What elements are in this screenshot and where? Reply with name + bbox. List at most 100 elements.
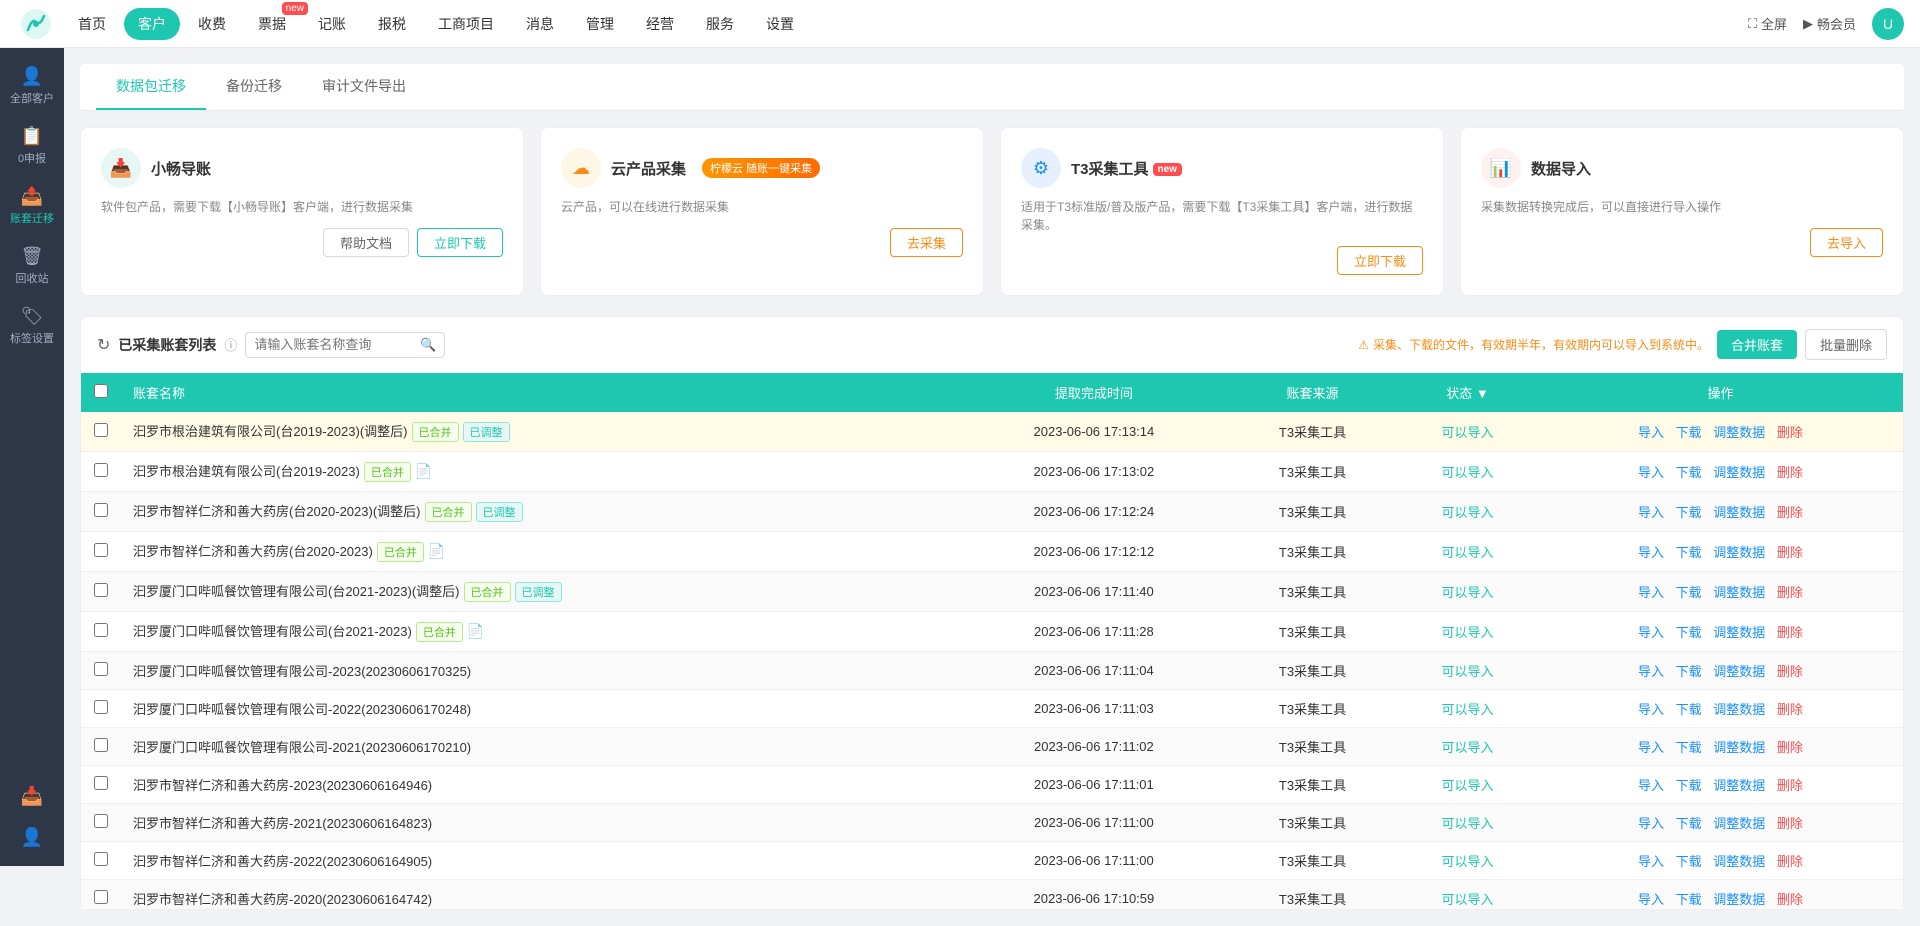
adjust-action[interactable]: 调整数据 xyxy=(1713,664,1765,679)
row-checkbox[interactable] xyxy=(94,890,108,904)
download-action[interactable]: 下载 xyxy=(1676,702,1702,717)
delete-action[interactable]: 删除 xyxy=(1777,816,1803,831)
adjust-action[interactable]: 调整数据 xyxy=(1713,778,1765,793)
delete-action[interactable]: 删除 xyxy=(1777,505,1803,520)
import-action[interactable]: 导入 xyxy=(1638,892,1664,907)
nav-item-工商项目[interactable]: 工商项目 xyxy=(424,8,508,40)
delete-action[interactable]: 删除 xyxy=(1777,892,1803,907)
adjust-action[interactable]: 调整数据 xyxy=(1713,854,1765,869)
nav-item-设置[interactable]: 设置 xyxy=(752,8,808,40)
adjust-action[interactable]: 调整数据 xyxy=(1713,702,1765,717)
adjust-action[interactable]: 调整数据 xyxy=(1713,816,1765,831)
nav-item-消息[interactable]: 消息 xyxy=(512,8,568,40)
row-checkbox[interactable] xyxy=(94,738,108,752)
sidebar-item-全部客户[interactable]: 👤 全部客户 xyxy=(0,56,64,116)
sidebar-item-账套迁移[interactable]: 📤 账套迁移 xyxy=(0,176,64,236)
import-action[interactable]: 导入 xyxy=(1638,702,1664,717)
batch-delete-button[interactable]: 批量删除 xyxy=(1805,329,1887,360)
nav-item-首页[interactable]: 首页 xyxy=(64,8,120,40)
nav-item-客户[interactable]: 客户 xyxy=(124,8,180,40)
nav-item-记账[interactable]: 记账 xyxy=(304,8,360,40)
delete-action[interactable]: 删除 xyxy=(1777,854,1803,869)
import-action[interactable]: 导入 xyxy=(1638,816,1664,831)
adjust-action[interactable]: 调整数据 xyxy=(1713,545,1765,560)
import-action[interactable]: 导入 xyxy=(1638,778,1664,793)
import-action[interactable]: 导入 xyxy=(1638,545,1664,560)
delete-action[interactable]: 删除 xyxy=(1777,740,1803,755)
card-btn-去采集[interactable]: 去采集 xyxy=(890,228,963,257)
delete-action[interactable]: 删除 xyxy=(1777,545,1803,560)
adjust-action[interactable]: 调整数据 xyxy=(1713,425,1765,440)
vip-button[interactable]: ▶ 畅会员 xyxy=(1803,14,1856,33)
import-action[interactable]: 导入 xyxy=(1638,664,1664,679)
sidebar-item-0申报[interactable]: 📋 0申报 xyxy=(0,116,64,176)
adjust-action[interactable]: 调整数据 xyxy=(1713,892,1765,907)
delete-action[interactable]: 删除 xyxy=(1777,625,1803,640)
sidebar-bottom-item[interactable]: 👤 xyxy=(17,817,47,858)
row-checkbox[interactable] xyxy=(94,700,108,714)
delete-action[interactable]: 删除 xyxy=(1777,465,1803,480)
delete-action[interactable]: 删除 xyxy=(1777,585,1803,600)
adjust-action[interactable]: 调整数据 xyxy=(1713,505,1765,520)
card-btn-去导入[interactable]: 去导入 xyxy=(1810,228,1883,257)
nav-item-服务[interactable]: 服务 xyxy=(692,8,748,40)
sidebar-item-回收站[interactable]: 🗑 回收站 xyxy=(0,236,64,296)
search-input[interactable] xyxy=(254,337,416,352)
row-checkbox[interactable] xyxy=(94,814,108,828)
sidebar-bottom-item[interactable]: 📥 xyxy=(17,776,47,817)
download-action[interactable]: 下载 xyxy=(1676,625,1702,640)
nav-item-报税[interactable]: 报税 xyxy=(364,8,420,40)
sidebar-item-标签设置[interactable]: 🏷 标签设置 xyxy=(0,296,64,356)
nav-item-管理[interactable]: 管理 xyxy=(572,8,628,40)
row-checkbox[interactable] xyxy=(94,776,108,790)
merge-button[interactable]: 合并账套 xyxy=(1717,330,1797,359)
app-logo[interactable] xyxy=(16,4,56,44)
delete-action[interactable]: 删除 xyxy=(1777,778,1803,793)
tab-备份迁移[interactable]: 备份迁移 xyxy=(206,64,302,110)
import-action[interactable]: 导入 xyxy=(1638,854,1664,869)
import-action[interactable]: 导入 xyxy=(1638,465,1664,480)
row-checkbox[interactable] xyxy=(94,623,108,637)
delete-action[interactable]: 删除 xyxy=(1777,702,1803,717)
download-action[interactable]: 下载 xyxy=(1676,740,1702,755)
fullscreen-button[interactable]: ⛶ 全屏 xyxy=(1748,14,1787,33)
delete-action[interactable]: 删除 xyxy=(1777,664,1803,679)
row-checkbox[interactable] xyxy=(94,662,108,676)
download-action[interactable]: 下载 xyxy=(1676,816,1702,831)
card-btn-立即下载[interactable]: 立即下载 xyxy=(417,228,503,257)
download-action[interactable]: 下载 xyxy=(1676,465,1702,480)
download-action[interactable]: 下载 xyxy=(1676,854,1702,869)
select-all-checkbox[interactable] xyxy=(94,384,108,398)
nav-item-收费[interactable]: 收费 xyxy=(184,8,240,40)
tab-数据包迁移[interactable]: 数据包迁移 xyxy=(96,64,206,110)
tab-审计文件导出[interactable]: 审计文件导出 xyxy=(302,64,426,110)
delete-action[interactable]: 删除 xyxy=(1777,425,1803,440)
adjust-action[interactable]: 调整数据 xyxy=(1713,740,1765,755)
refresh-button[interactable]: ↻ xyxy=(97,335,110,355)
user-avatar[interactable]: U xyxy=(1872,8,1904,40)
adjust-action[interactable]: 调整数据 xyxy=(1713,625,1765,640)
row-checkbox[interactable] xyxy=(94,503,108,517)
adjust-action[interactable]: 调整数据 xyxy=(1713,465,1765,480)
search-icon[interactable]: 🔍 xyxy=(420,337,436,353)
import-action[interactable]: 导入 xyxy=(1638,740,1664,755)
download-action[interactable]: 下载 xyxy=(1676,892,1702,907)
row-checkbox[interactable] xyxy=(94,852,108,866)
import-action[interactable]: 导入 xyxy=(1638,585,1664,600)
nav-item-经营[interactable]: 经营 xyxy=(632,8,688,40)
row-checkbox[interactable] xyxy=(94,463,108,477)
row-checkbox[interactable] xyxy=(94,583,108,597)
download-action[interactable]: 下载 xyxy=(1676,505,1702,520)
card-btn-立即下载[interactable]: 立即下载 xyxy=(1337,246,1423,275)
download-action[interactable]: 下载 xyxy=(1676,778,1702,793)
row-checkbox[interactable] xyxy=(94,543,108,557)
download-action[interactable]: 下载 xyxy=(1676,585,1702,600)
adjust-action[interactable]: 调整数据 xyxy=(1713,585,1765,600)
import-action[interactable]: 导入 xyxy=(1638,625,1664,640)
download-action[interactable]: 下载 xyxy=(1676,425,1702,440)
row-checkbox[interactable] xyxy=(94,423,108,437)
download-action[interactable]: 下载 xyxy=(1676,545,1702,560)
import-action[interactable]: 导入 xyxy=(1638,425,1664,440)
download-action[interactable]: 下载 xyxy=(1676,664,1702,679)
import-action[interactable]: 导入 xyxy=(1638,505,1664,520)
